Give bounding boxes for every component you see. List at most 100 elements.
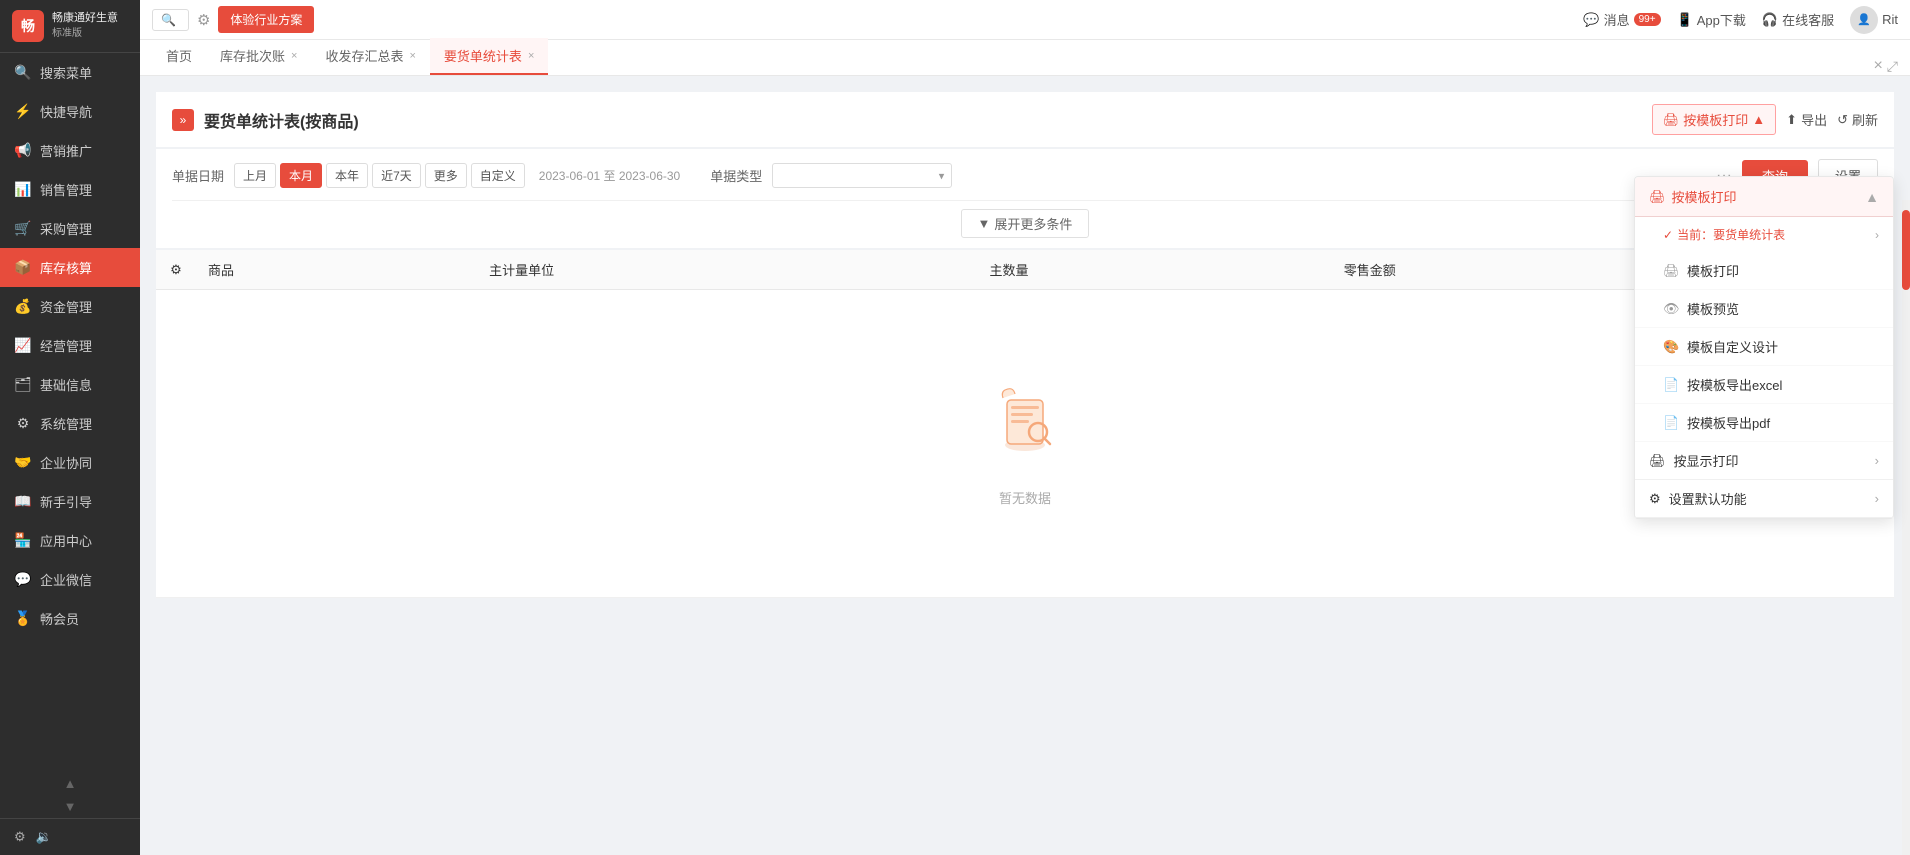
print-button[interactable]: 🖨 按模板打印 ▲ [1652,104,1776,135]
logo-icon: 畅 [12,10,44,42]
sidebar-scroll-up[interactable]: ▲ [0,772,140,795]
sidebar-item-collab[interactable]: 🤝 企业协同 [0,443,140,482]
sound-icon[interactable]: 🔉 [36,829,52,845]
topbar-search[interactable]: 🔍 [152,9,189,31]
dropdown-current: ✓ 当前：要货单统计表 › [1635,217,1893,252]
sidebar-item-member[interactable]: 🏅 畅会员 [0,599,140,638]
excel-icon: 📄 [1663,377,1679,393]
tab-close-inventory-batch[interactable]: × [291,50,297,62]
dropdown-header: 🖨 按模板打印 ▲ [1635,177,1893,217]
tabs-bar: 首页 库存批次账 × 收发存汇总表 × 要货单统计表 × × ⤢ [140,40,1910,76]
chevron-right-icon: › [1875,228,1879,242]
printer-icon: 🖨 [1663,112,1680,128]
search-icon: 🔍 [14,64,32,81]
sidebar-item-business[interactable]: 📈 经营管理 [0,326,140,365]
window-expand-btn[interactable]: ⤢ [1887,58,1898,75]
sidebar-item-quick-nav[interactable]: ⚡ 快捷导航 [0,92,140,131]
tab-home[interactable]: 首页 [152,38,206,75]
scrollbar-track [1902,200,1910,855]
username: Rit [1882,12,1898,27]
chevron-right-default: › [1875,491,1879,506]
user-avatar[interactable]: 👤 Rit [1850,6,1898,34]
settings-icon[interactable]: ⚙ [14,829,26,845]
sidebar-item-purchase[interactable]: 🛒 采购管理 [0,209,140,248]
col-settings[interactable]: ⚙ [156,250,196,290]
dropdown-close-btn[interactable]: ▲ [1865,189,1879,205]
topbar-left: 🔍 ⚙ 体验行业方案 [152,6,314,33]
page-header: » 要货单统计表(按商品) 🖨 按模板打印 ▲ ⬆ 导出 ↺ 刷新 [156,92,1894,147]
dropdown-title: 按模板打印 [1672,187,1737,206]
sidebar-item-sales[interactable]: 📊 销售管理 [0,170,140,209]
sidebar-item-marketing[interactable]: 📢 营销推广 [0,131,140,170]
sidebar-item-system[interactable]: ⚙ 系统管理 [0,404,140,443]
tab-close-receipt-summary[interactable]: × [409,50,415,62]
sidebar-item-appstore[interactable]: 🏪 应用中心 [0,521,140,560]
col-unit: 主计量单位 [477,250,977,290]
online-service-btn[interactable]: 🎧 在线客服 [1762,10,1834,29]
sidebar-item-finance[interactable]: 💰 资金管理 [0,287,140,326]
message-icon: 💬 [1583,12,1599,28]
page-actions: 🖨 按模板打印 ▲ ⬆ 导出 ↺ 刷新 [1652,104,1878,135]
empty-state: 暂无数据 [168,300,1882,587]
expand-conditions-btn[interactable]: ▼ 展开更多条件 [961,209,1090,238]
sidebar-search[interactable]: 🔍 搜索菜单 [0,53,140,92]
avatar-icon: 👤 [1857,13,1871,26]
filter-row-date: 单据日期 上月 本月 本年 近7天 更多 自定义 2023-06-01 至 20… [172,159,1878,192]
date-btn-more[interactable]: 更多 [425,163,467,188]
messages-badge: 99+ [1634,13,1661,26]
export-button[interactable]: ⬆ 导出 [1786,110,1827,129]
logo-name: 畅康通好生意 [52,11,118,26]
app-download-btn[interactable]: 📱 App下载 [1677,10,1746,29]
export-icon: ⬆ [1786,112,1797,128]
print-dropdown-panel: 🖨 按模板打印 ▲ ✓ 当前：要货单统计表 › 🖨 模板打印 👁 模板预览 🎨 [1634,176,1894,519]
trial-button[interactable]: 体验行业方案 [218,6,314,33]
date-btn-current-year[interactable]: 本年 [326,163,368,188]
refresh-icon: ↺ [1837,112,1848,128]
chevron-right-group: › [1875,453,1879,468]
dropdown-item-template-print[interactable]: 🖨 模板打印 [1635,252,1893,290]
date-btn-custom[interactable]: 自定义 [471,163,525,188]
type-select[interactable]: 要货单 [772,163,952,188]
display-print-icon: 🖨 [1649,453,1666,469]
sidebar-search-label: 搜索菜单 [40,63,92,82]
sidebar-scroll-down[interactable]: ▼ [0,795,140,818]
topbar-search-icon: 🔍 [161,13,176,27]
design-icon: 🎨 [1663,339,1679,355]
tab-demand-summary[interactable]: 要货单统计表 × [430,38,548,75]
sidebar-item-inventory[interactable]: 📦 库存核算 [0,248,140,287]
tab-close-demand-summary[interactable]: × [528,50,534,62]
refresh-button[interactable]: ↺ 刷新 [1837,110,1878,129]
pdf-icon: 📄 [1663,415,1679,431]
date-btn-last7days[interactable]: 近7天 [372,163,421,188]
empty-text: 暂无数据 [168,488,1882,507]
dropdown-group-display-print[interactable]: 🖨 按显示打印 › [1635,442,1893,480]
scrollbar-thumb[interactable] [1902,210,1910,290]
collapse-btn[interactable]: » [172,109,194,131]
sidebar-item-basic[interactable]: 🗂 基础信息 [0,365,140,404]
dropdown-item-template-custom[interactable]: 🎨 模板自定义设计 [1635,328,1893,366]
empty-state-illustration [985,380,1065,460]
logo-sub: 标准版 [52,27,118,41]
sidebar-item-weixin[interactable]: 💬 企业微信 [0,560,140,599]
check-icon: ✓ [1663,228,1673,242]
topbar: 🔍 ⚙ 体验行业方案 💬 消息 99+ 📱 App下载 🎧 在线客服 [140,0,1910,40]
date-label: 单据日期 [172,166,224,185]
tab-inventory-batch[interactable]: 库存批次账 × [206,38,311,75]
gear-icon-topbar[interactable]: ⚙ [197,11,210,29]
date-btn-prev-month[interactable]: 上月 [234,163,276,188]
print-small-icon: 🖨 [1663,263,1679,279]
col-quantity: 主数量 [978,250,1332,290]
tab-receipt-summary[interactable]: 收发存汇总表 × [311,38,429,75]
window-close-btn[interactable]: × [1873,57,1882,75]
phone-icon: 📱 [1677,12,1693,28]
date-btn-current-month[interactable]: 本月 [280,163,322,188]
dropdown-item-template-excel[interactable]: 📄 按模板导出excel [1635,366,1893,404]
messages-btn[interactable]: 💬 消息 99+ [1583,10,1660,29]
headset-icon: 🎧 [1762,12,1778,28]
chevron-up-icon: ▲ [1752,112,1765,127]
sidebar-item-guide[interactable]: 📖 新手引导 [0,482,140,521]
dropdown-item-template-pdf[interactable]: 📄 按模板导出pdf [1635,404,1893,442]
dropdown-group-default-fn[interactable]: ⚙ 设置默认功能 › [1635,480,1893,518]
dropdown-item-template-preview[interactable]: 👁 模板预览 [1635,290,1893,328]
page-title: 要货单统计表(按商品) [204,108,359,132]
